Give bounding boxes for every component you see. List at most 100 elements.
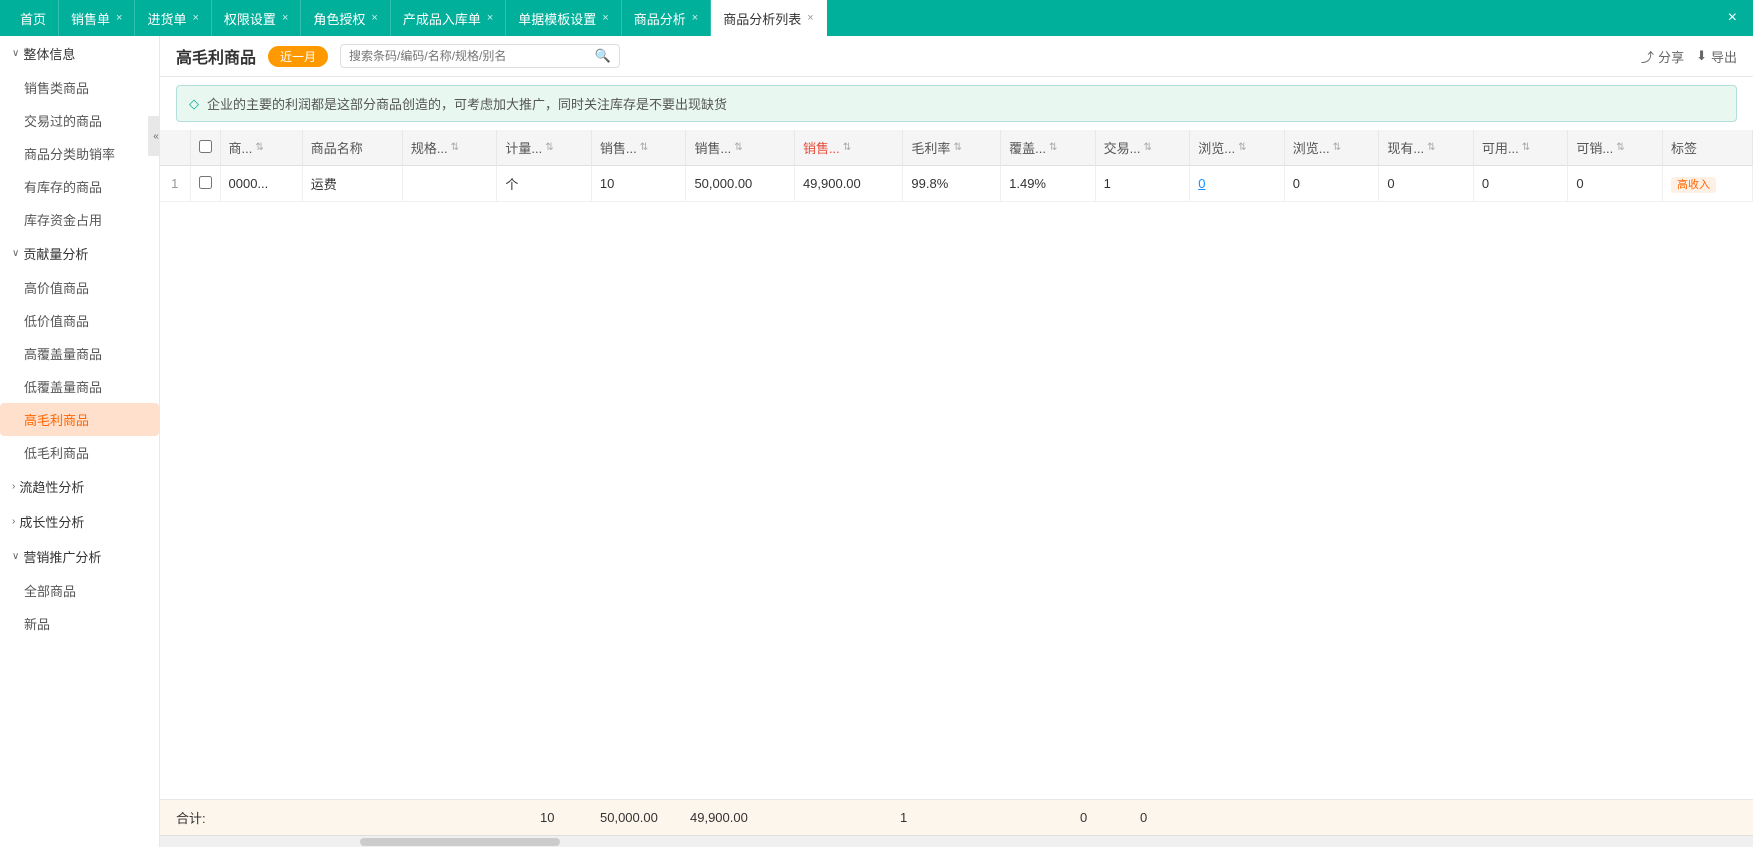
sidebar-item-new-products[interactable]: 新品 [0, 607, 159, 640]
sidebar-item-category-rate[interactable]: 商品分类助销率 [0, 137, 159, 170]
col-browse1[interactable]: 浏览... ⇅ [1190, 130, 1285, 166]
sidebar-item-low-value[interactable]: 低价值商品 [0, 304, 159, 337]
cell-available: 0 [1473, 166, 1568, 202]
footer-coverage [832, 810, 892, 825]
col-transactions[interactable]: 交易... ⇅ [1095, 130, 1190, 166]
info-banner: ◇ 企业的主要的利润都是这部分商品创造的，可考虑加大推广，同时关注库存是不要出现… [176, 85, 1737, 122]
sidebar-item-high-value[interactable]: 高价值商品 [0, 271, 159, 304]
tab-product-analysis[interactable]: 商品分析 × [622, 0, 711, 36]
sidebar-item-high-coverage[interactable]: 高覆盖量商品 [0, 337, 159, 370]
sidebar-group-marketing[interactable]: ∨ 营销推广分析 [0, 539, 159, 574]
cell-sales-profit: 49,900.00 [794, 166, 902, 202]
cell-code: 0000... [220, 166, 302, 202]
tab-purchase-order[interactable]: 进货单 × [135, 0, 211, 36]
sort-icon: ⇅ [255, 142, 263, 153]
footer-cell-spacer [252, 810, 532, 825]
col-name: 商品名称 [302, 130, 402, 166]
footer-total: 合计: 10 50,000.00 49,900.00 1 0 0 [160, 799, 1753, 835]
tab-template-settings[interactable]: 单据模板设置 × [506, 0, 621, 36]
footer-label: 合计: [176, 808, 236, 827]
col-sales-qty[interactable]: 销售... ⇅ [591, 130, 686, 166]
tab-close-icon[interactable]: × [602, 12, 608, 24]
cell-saleable: 0 [1568, 166, 1663, 202]
tab-permission-settings[interactable]: 权限设置 × [212, 0, 301, 36]
sort-icon: ⇅ [843, 142, 851, 153]
sidebar-group-trend[interactable]: › 流趋性分析 [0, 469, 159, 504]
sidebar-group-growth[interactable]: › 成长性分析 [0, 504, 159, 539]
footer-sales-profit: 49,900.00 [682, 810, 772, 825]
cell-gross-rate: 99.8% [903, 166, 1001, 202]
tab-product-analysis-list[interactable]: 商品分析列表 × [711, 0, 826, 36]
col-spec[interactable]: 规格... ⇅ [402, 130, 497, 166]
sidebar-item-low-margin[interactable]: 低毛利商品 [0, 436, 159, 469]
scrollbar-thumb[interactable] [360, 838, 560, 846]
tab-close-icon[interactable]: × [116, 12, 122, 24]
tab-close-icon[interactable]: × [282, 12, 288, 24]
cell-checkbox[interactable] [190, 166, 220, 202]
content-header: 高毛利商品 近一月 🔍 ⤴ 分享 ⬇ 导出 [160, 36, 1753, 77]
sidebar-group-overview[interactable]: ∨ 整体信息 [0, 36, 159, 71]
share-button[interactable]: ⤴ 分享 [1641, 47, 1684, 66]
col-saleable[interactable]: 可销... ⇅ [1568, 130, 1663, 166]
search-input[interactable] [349, 49, 595, 63]
row-checkbox[interactable] [199, 176, 212, 189]
col-checkbox[interactable] [190, 130, 220, 166]
tab-close-icon[interactable]: × [692, 12, 698, 24]
page-title: 高毛利商品 [176, 44, 256, 68]
tab-role-auth[interactable]: 角色授权 × [301, 0, 390, 36]
share-icon: ⤴ [1641, 47, 1654, 66]
global-close-button[interactable]: × [1720, 9, 1745, 27]
sidebar-item-traded-goods[interactable]: 交易过的商品 [0, 104, 159, 137]
search-icon[interactable]: 🔍 [595, 48, 611, 64]
footer-sales-amount: 50,000.00 [592, 810, 682, 825]
sidebar-item-sales-goods[interactable]: 销售类商品 [0, 71, 159, 104]
sidebar-group-contribution[interactable]: ∨ 贡献量分析 [0, 236, 159, 271]
sort-icon: ⇅ [1427, 142, 1435, 153]
search-box[interactable]: 🔍 [340, 44, 620, 68]
sidebar-item-stocked-goods[interactable]: 有库存的商品 [0, 170, 159, 203]
sidebar-item-high-margin[interactable]: 高毛利商品 [0, 403, 159, 436]
col-browse2[interactable]: 浏览... ⇅ [1284, 130, 1379, 166]
horizontal-scrollbar[interactable] [160, 835, 1753, 847]
col-code[interactable]: 商... ⇅ [220, 130, 302, 166]
col-unit[interactable]: 计量... ⇅ [497, 130, 592, 166]
cell-browse1[interactable]: 0 [1190, 166, 1285, 202]
col-coverage[interactable]: 覆盖... ⇅ [1001, 130, 1096, 166]
tab-sales-order[interactable]: 销售单 × [59, 0, 135, 36]
footer-sales-qty: 10 [532, 810, 592, 825]
col-available[interactable]: 可用... ⇅ [1473, 130, 1568, 166]
export-button[interactable]: ⬇ 导出 [1696, 47, 1737, 66]
cell-coverage: 1.49% [1001, 166, 1096, 202]
cell-index: 1 [160, 166, 190, 202]
export-icon: ⬇ [1696, 48, 1707, 64]
tab-close-icon[interactable]: × [487, 12, 493, 24]
sort-icon: ⇅ [734, 142, 742, 153]
tab-close-icon[interactable]: × [371, 12, 377, 24]
tab-home[interactable]: 首页 [8, 0, 59, 36]
cell-unit: 个 [497, 166, 592, 202]
sort-icon: ⇅ [953, 142, 961, 153]
col-sales-amount[interactable]: 销售... ⇅ [686, 130, 794, 166]
tab-close-icon[interactable]: × [192, 12, 198, 24]
cell-tag: 高收入 [1662, 166, 1752, 202]
sort-icon: ⇅ [1616, 142, 1624, 153]
col-gross-rate[interactable]: 毛利率 ⇅ [903, 130, 1001, 166]
sidebar-collapse-button[interactable]: « [148, 116, 160, 156]
sidebar-item-low-coverage[interactable]: 低覆盖量商品 [0, 370, 159, 403]
sidebar-item-all-goods[interactable]: 全部商品 [0, 574, 159, 607]
sort-icon: ⇅ [1522, 142, 1530, 153]
expand-arrow-icon: › [12, 516, 15, 527]
sidebar-item-stock-capital[interactable]: 库存资金占用 [0, 203, 159, 236]
cell-sales-qty: 10 [591, 166, 686, 202]
tab-close-icon[interactable]: × [807, 12, 813, 24]
filter-recent-month-button[interactable]: 近一月 [268, 46, 328, 67]
browse-link[interactable]: 0 [1198, 176, 1205, 191]
tab-product-inbound[interactable]: 产成品入库单 × [391, 0, 506, 36]
cell-sales-amount: 50,000.00 [686, 166, 794, 202]
table-header-row: 商... ⇅ 商品名称 规格... ⇅ [160, 130, 1753, 166]
select-all-checkbox[interactable] [199, 140, 212, 153]
col-sales-profit[interactable]: 销售... ⇅ [794, 130, 902, 166]
footer-values: 10 50,000.00 49,900.00 1 0 0 [252, 810, 1737, 825]
cell-transactions: 1 [1095, 166, 1190, 202]
col-current-stock[interactable]: 现有... ⇅ [1379, 130, 1474, 166]
